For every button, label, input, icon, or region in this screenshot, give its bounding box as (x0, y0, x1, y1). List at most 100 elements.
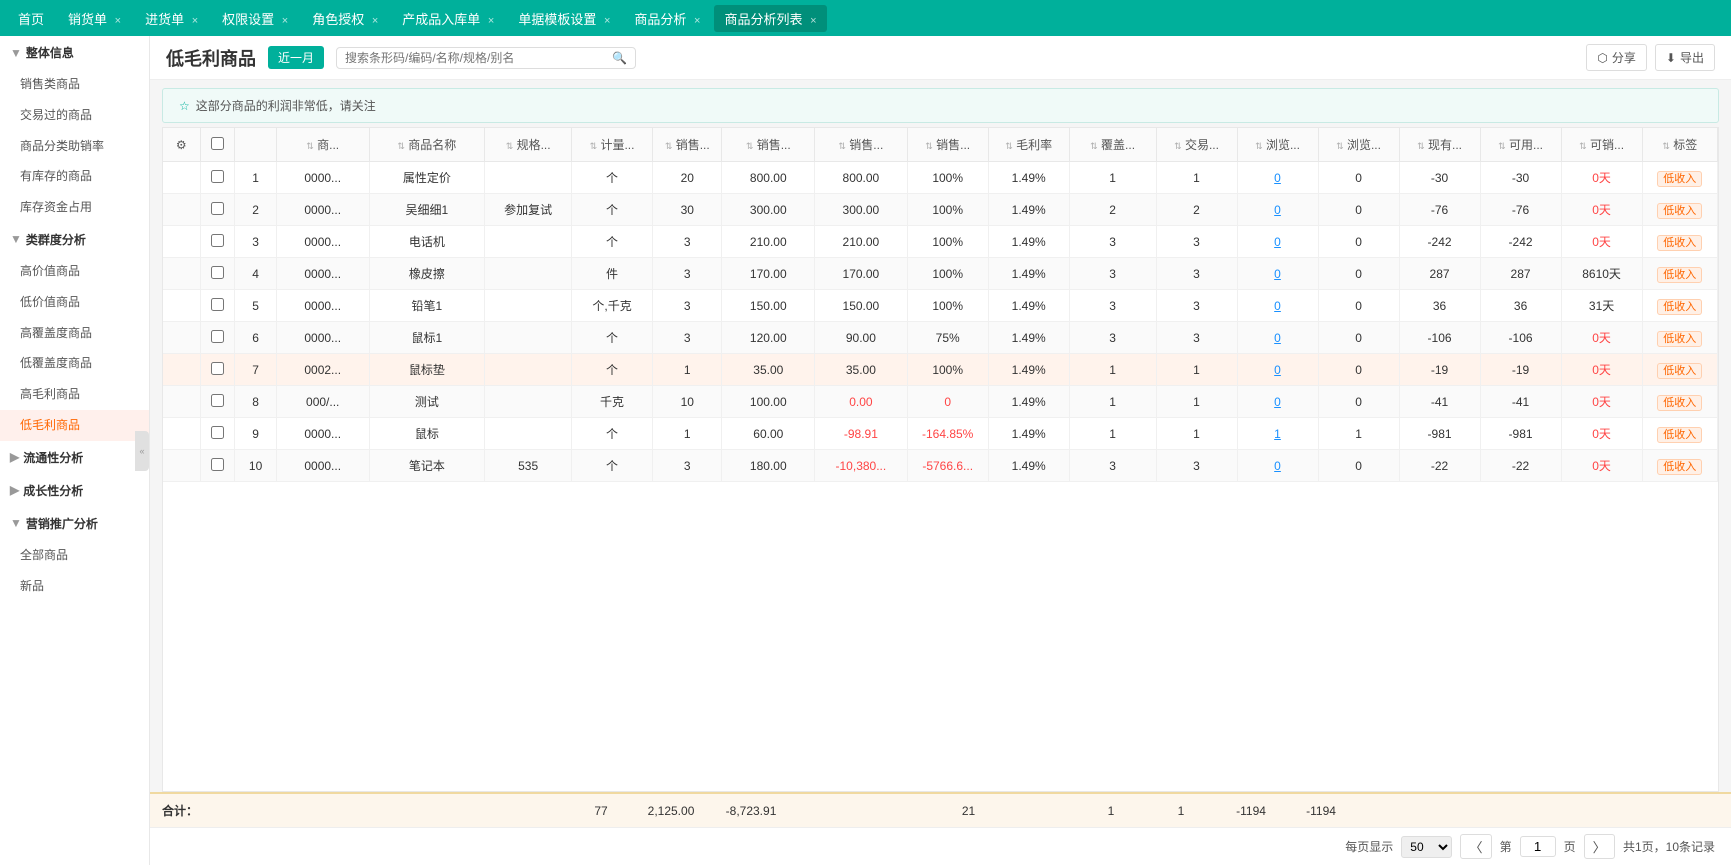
cell-check[interactable] (200, 354, 235, 386)
close-template-icon[interactable]: × (604, 15, 610, 27)
cell-browse1[interactable]: 0 (1237, 226, 1318, 258)
search-icon[interactable]: 🔍 (612, 51, 627, 65)
nav-product-stock[interactable]: 产成品入库单 × (392, 5, 504, 32)
row-checkbox[interactable] (211, 362, 224, 375)
sidebar-item-high-value[interactable]: 高价值商品 (0, 256, 149, 287)
col-header-browse1[interactable]: ⇅ 浏览... (1237, 128, 1318, 162)
cell-browse1[interactable]: 0 (1237, 450, 1318, 482)
row-checkbox[interactable] (211, 394, 224, 407)
close-product-analysis-icon[interactable]: × (694, 15, 700, 27)
col-header-gross[interactable]: ⇅ 毛利率 (988, 128, 1069, 162)
cell-name: 笔记本 (369, 450, 485, 482)
sidebar-item-stock-capital[interactable]: 库存资金占用 (0, 192, 149, 223)
close-product-stock-icon[interactable]: × (488, 15, 494, 27)
page-number-input[interactable] (1520, 836, 1556, 857)
share-button[interactable]: ⬡ 分享 (1586, 44, 1647, 71)
sidebar-group-overall[interactable]: ▼ 整体信息 (0, 36, 149, 69)
export-button[interactable]: ⬇ 导出 (1655, 44, 1715, 71)
sidebar-item-low-coverage[interactable]: 低覆盖度商品 (0, 348, 149, 379)
cell-browse1[interactable]: 0 (1237, 258, 1318, 290)
sidebar-item-all-products[interactable]: 全部商品 (0, 540, 149, 571)
nav-role-auth[interactable]: 角色授权 × (302, 5, 388, 32)
col-header-sales-extra[interactable]: ⇅ 销售... (907, 128, 988, 162)
close-role-auth-icon[interactable]: × (372, 15, 378, 27)
nav-product-analysis-list[interactable]: 商品分析列表 × (714, 5, 826, 32)
row-checkbox[interactable] (211, 458, 224, 471)
sidebar-group-growth[interactable]: ▶ 成长性分析 (0, 474, 149, 507)
sidebar-group-flow[interactable]: ▶ 流通性分析 (0, 441, 149, 474)
cell-check[interactable] (200, 418, 235, 450)
col-header-code[interactable]: ⇅ 商... (276, 128, 369, 162)
row-checkbox[interactable] (211, 170, 224, 183)
col-header-trade[interactable]: ⇅ 交易... (1156, 128, 1237, 162)
sidebar-item-category-rate[interactable]: 商品分类助销率 (0, 131, 149, 162)
cell-check[interactable] (200, 322, 235, 354)
col-header-spec[interactable]: ⇅ 规格... (485, 128, 572, 162)
cell-check[interactable] (200, 226, 235, 258)
cell-browse1[interactable]: 0 (1237, 290, 1318, 322)
sidebar-group-cluster[interactable]: ▼ 类群度分析 (0, 223, 149, 256)
search-input[interactable] (345, 51, 608, 65)
col-header-sales-qty[interactable]: ⇅ 销售... (653, 128, 722, 162)
cell-browse1[interactable]: 1 (1237, 418, 1318, 450)
select-all-checkbox[interactable] (211, 137, 224, 150)
close-analysis-list-icon[interactable]: × (810, 15, 816, 27)
total-cover: 21 (931, 804, 1006, 818)
cell-check[interactable] (200, 290, 235, 322)
col-header-sales-amount[interactable]: ⇅ 销售... (722, 128, 815, 162)
cell-check[interactable] (200, 258, 235, 290)
col-header-sales-profit[interactable]: ⇅ 销售... (815, 128, 908, 162)
sidebar-collapse-button[interactable]: « (135, 431, 149, 471)
next-page-button[interactable]: 〉 (1584, 834, 1615, 859)
sidebar-item-low-value[interactable]: 低价值商品 (0, 287, 149, 318)
col-header-browse2[interactable]: ⇅ 浏览... (1318, 128, 1399, 162)
cell-check[interactable] (200, 450, 235, 482)
col-header-unit[interactable]: ⇅ 计量... (572, 128, 653, 162)
sidebar-group-marketing[interactable]: ▼ 营销推广分析 (0, 507, 149, 540)
row-checkbox[interactable] (211, 266, 224, 279)
cell-no: 8 (235, 386, 277, 418)
filter-period-button[interactable]: 近一月 (268, 46, 324, 69)
nav-purchase-order[interactable]: 进货单 × (135, 5, 208, 32)
cell-check[interactable] (200, 162, 235, 194)
table-header-row: ⚙ ⇅ 商... ⇅ 商品名称 ⇅ 规格... ⇅ 计量... ⇅ 销售... … (163, 128, 1718, 162)
col-header-name[interactable]: ⇅ 商品名称 (369, 128, 485, 162)
row-checkbox[interactable] (211, 202, 224, 215)
sidebar-item-high-margin[interactable]: 高毛利商品 (0, 379, 149, 410)
cell-browse1[interactable]: 0 (1237, 322, 1318, 354)
close-permission-icon[interactable]: × (282, 15, 288, 27)
prev-page-button[interactable]: 〈 (1460, 834, 1491, 859)
col-header-cover[interactable]: ⇅ 覆盖... (1069, 128, 1156, 162)
sidebar-item-sales-products[interactable]: 销售类商品 (0, 69, 149, 100)
cell-browse1[interactable]: 0 (1237, 162, 1318, 194)
nav-product-analysis[interactable]: 商品分析 × (624, 5, 710, 32)
page-size-select[interactable]: 50 20 100 (1401, 836, 1452, 858)
nav-template-setting[interactable]: 单据模板设置 × (508, 5, 620, 32)
nav-home[interactable]: 首页 (8, 5, 54, 32)
row-checkbox[interactable] (211, 330, 224, 343)
col-header-available[interactable]: ⇅ 可用... (1480, 128, 1561, 162)
sidebar-item-stock-products[interactable]: 有库存的商品 (0, 161, 149, 192)
row-checkbox[interactable] (211, 426, 224, 439)
sidebar-item-high-coverage[interactable]: 高覆盖度商品 (0, 318, 149, 349)
col-header-current[interactable]: ⇅ 现有... (1399, 128, 1480, 162)
col-header-saleable[interactable]: ⇅ 可销... (1561, 128, 1642, 162)
col-header-check[interactable] (200, 128, 235, 162)
sidebar-item-low-margin[interactable]: 低毛利商品 (0, 410, 149, 441)
sidebar-item-traded-products[interactable]: 交易过的商品 (0, 100, 149, 131)
col-header-settings[interactable]: ⚙ (163, 128, 200, 162)
cell-browse1[interactable]: 0 (1237, 194, 1318, 226)
cell-check[interactable] (200, 194, 235, 226)
cell-browse1[interactable]: 0 (1237, 354, 1318, 386)
close-sales-order-icon[interactable]: × (115, 15, 121, 27)
close-purchase-order-icon[interactable]: × (192, 15, 198, 27)
nav-permission[interactable]: 权限设置 × (212, 5, 298, 32)
nav-sales-order[interactable]: 销货单 × (58, 5, 131, 32)
row-checkbox[interactable] (211, 234, 224, 247)
sidebar-item-new-products[interactable]: 新品 (0, 571, 149, 602)
cell-sales-extra: -5766.6... (907, 450, 988, 482)
col-header-tag[interactable]: ⇅ 标签 (1642, 128, 1717, 162)
row-checkbox[interactable] (211, 298, 224, 311)
cell-check[interactable] (200, 386, 235, 418)
cell-browse1[interactable]: 0 (1237, 386, 1318, 418)
